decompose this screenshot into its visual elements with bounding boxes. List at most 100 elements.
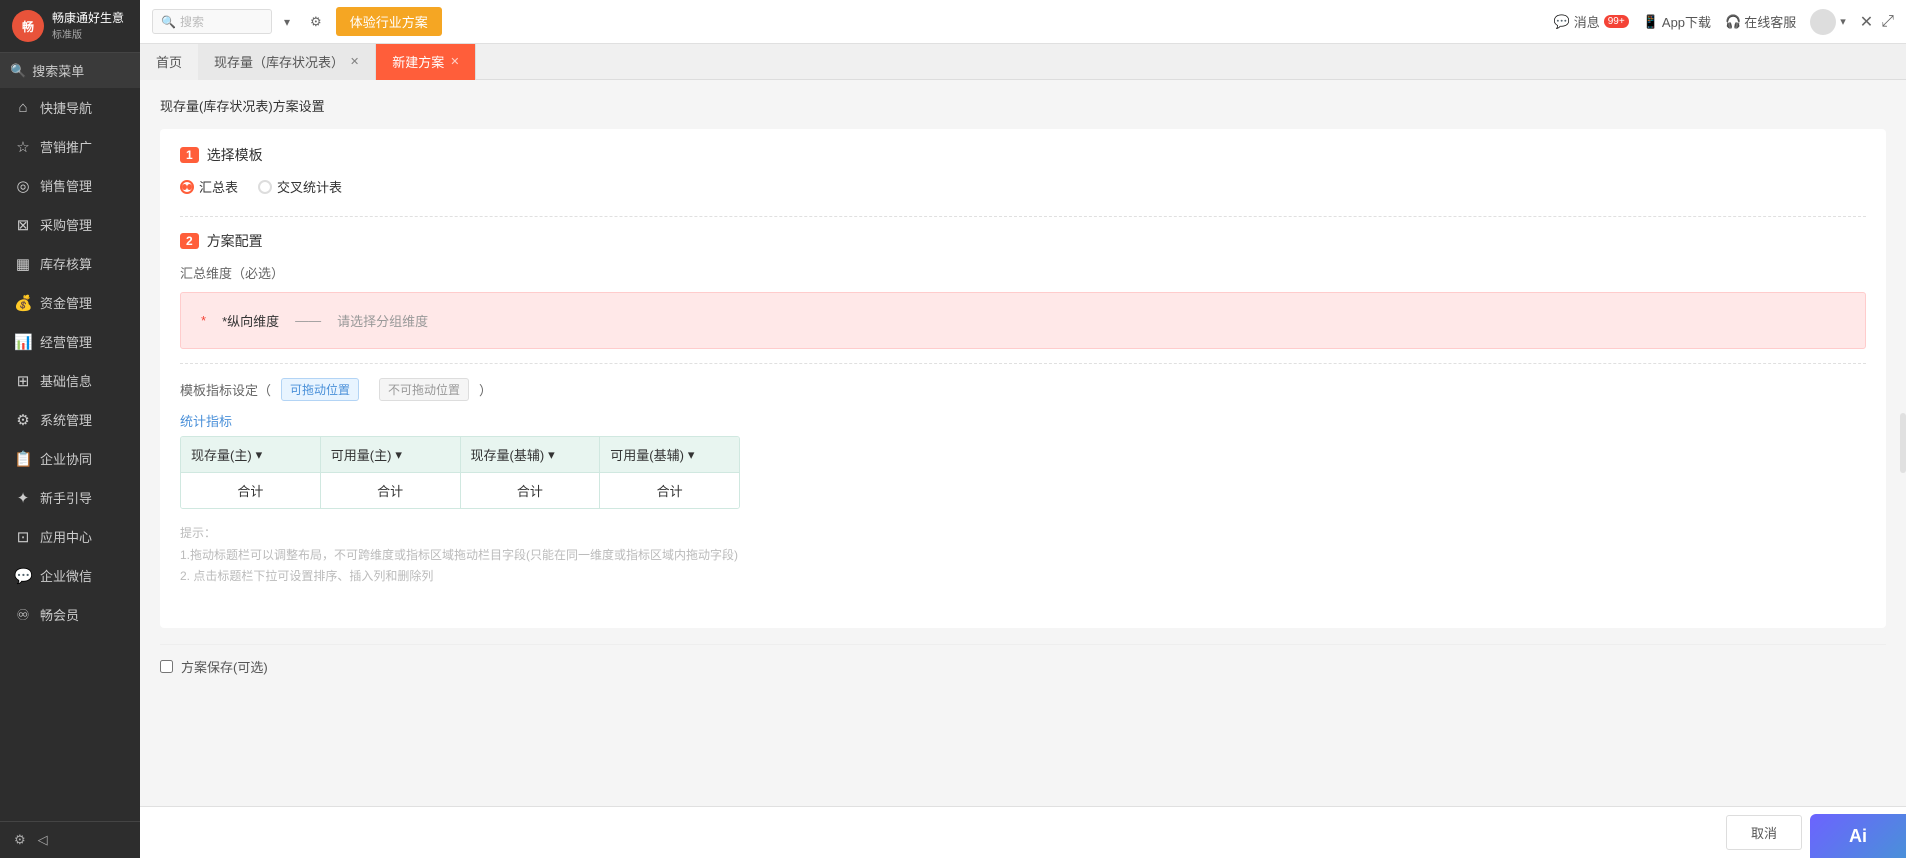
window-controls: ✕ ⤢ — [1860, 12, 1894, 32]
step1-label: 选择模板 — [207, 145, 263, 165]
vertical-dimension-row[interactable]: * *纵向维度 —— 请选择分组维度 — [180, 292, 1866, 349]
stats-data-row: 合计 合计 合计 合计 — [181, 472, 739, 508]
sidebar-item-system[interactable]: ⚙ 系统管理 — [0, 400, 140, 439]
marketing-icon: ☆ — [14, 138, 32, 156]
finance-icon: 💰 — [14, 294, 32, 312]
sidebar-item-marketing[interactable]: ☆ 营销推广 — [0, 127, 140, 166]
app-download-button[interactable]: 📱 App下载 — [1643, 12, 1711, 31]
step2-label: 方案配置 — [207, 231, 263, 251]
logo-icon: 畅 — [12, 10, 44, 42]
topbar-search-text: 搜索 — [180, 13, 204, 30]
main-area: 🔍 搜索 ▾ ⚙ 体验行业方案 💬 消息 99+ 📱 App下载 🎧 在线客服 — [140, 0, 1906, 858]
collapse-icon[interactable]: ◁ — [38, 832, 48, 848]
ai-button[interactable]: Ai — [1810, 814, 1906, 858]
user-menu[interactable]: ▾ — [1810, 9, 1846, 35]
stats-col-2[interactable]: 现存量(基辅) ▾ — [461, 437, 601, 472]
guide-icon: ✦ — [14, 489, 32, 507]
tab-inventory-close[interactable]: ✕ — [350, 55, 359, 68]
scroll-handle[interactable] — [1900, 413, 1906, 473]
phone-icon: 📱 — [1643, 14, 1659, 30]
stats-col-1[interactable]: 可用量(主) ▾ — [321, 437, 461, 472]
radio-cross-circle — [258, 180, 272, 194]
chevron-down-icon: ▾ — [1840, 15, 1846, 28]
mgmt-icon: 📊 — [14, 333, 32, 351]
stats-col-0[interactable]: 现存量(主) ▾ — [181, 437, 321, 472]
main-panel: 1 选择模板 汇总表 交叉统计表 — [160, 129, 1886, 628]
sales-icon: ◎ — [14, 177, 32, 195]
sidebar-item-basic-info[interactable]: ⊞ 基础信息 — [0, 361, 140, 400]
save-checkbox-row: 方案保存(可选) — [160, 644, 1886, 688]
radio-summary[interactable]: 汇总表 — [180, 177, 238, 196]
stats-header-row: 现存量(主) ▾ 可用量(主) ▾ 现存量(基辅) ▾ — [181, 437, 739, 472]
expand-button[interactable]: ⤢ — [1881, 13, 1894, 31]
settings-icon[interactable]: ⚙ — [14, 832, 26, 848]
system-icon: ⚙ — [14, 411, 32, 429]
stats-data-3: 合计 — [600, 473, 739, 508]
tab-new-plan[interactable]: 新建方案 ✕ — [376, 44, 476, 80]
non-draggable-tag: 不可拖动位置 — [379, 378, 469, 401]
topbar-dropdown[interactable]: ▾ — [278, 12, 296, 32]
logo-text: 畅康通好生意 标准版 — [52, 11, 124, 42]
sidebar-item-purchase[interactable]: ⊠ 采购管理 — [0, 205, 140, 244]
basic-icon: ⊞ — [14, 372, 32, 390]
home-icon: ⌂ — [14, 99, 32, 116]
statistics-table: 现存量(主) ▾ 可用量(主) ▾ 现存量(基辅) ▾ — [180, 436, 740, 509]
metrics-label-text: 模板指标设定（ — [180, 380, 271, 399]
sidebar-item-quicknav[interactable]: ⌂ 快捷导航 — [0, 88, 140, 127]
wechat-icon: 💬 — [14, 567, 32, 585]
dropdown-icon-3: ▾ — [688, 447, 695, 463]
avatar — [1810, 9, 1836, 35]
online-service-button[interactable]: 🎧 在线客服 — [1725, 12, 1796, 31]
radio-cross[interactable]: 交叉统计表 — [258, 177, 342, 196]
inventory-icon: ▦ — [14, 255, 32, 273]
topbar-right: 💬 消息 99+ 📱 App下载 🎧 在线客服 ▾ ✕ ⤢ — [1554, 9, 1894, 35]
tab-new-plan-close[interactable]: ✕ — [450, 55, 459, 68]
vertical-dim-label: *纵向维度 — [222, 311, 279, 330]
trial-button[interactable]: 体验行业方案 — [336, 7, 442, 36]
breadcrumb: 现存量(库存状况表)方案设置 — [160, 96, 1886, 115]
sidebar-nav: ⌂ 快捷导航 ☆ 营销推广 ◎ 销售管理 ⊠ 采购管理 ▦ 库存核算 💰 资金管… — [0, 88, 140, 821]
chevron-down-icon: ▾ — [284, 15, 290, 29]
tabbar: 首页 现存量（库存状况表） ✕ 新建方案 ✕ — [140, 44, 1906, 80]
stats-data-1: 合计 — [321, 473, 461, 508]
statistics-section: 统计指标 现存量(主) ▾ 可用量(主) ▾ — [180, 411, 1866, 509]
purchase-icon: ⊠ — [14, 216, 32, 234]
dimension-required-label: 汇总维度（必选） — [180, 263, 1866, 282]
sidebar-item-finance[interactable]: 💰 资金管理 — [0, 283, 140, 322]
stats-col-3[interactable]: 可用量(基辅) ▾ — [600, 437, 739, 472]
step2-badge: 2 — [180, 233, 199, 249]
appcenter-icon: ⊡ — [14, 528, 32, 546]
sidebar-item-member[interactable]: ♾ 畅会员 — [0, 595, 140, 634]
dash: —— — [295, 313, 321, 328]
step2-title: 2 方案配置 — [180, 231, 1866, 251]
sidebar-item-inventory[interactable]: ▦ 库存核算 — [0, 244, 140, 283]
save-checkbox[interactable] — [160, 660, 173, 673]
topbar-search-box[interactable]: 🔍 搜索 — [152, 9, 272, 34]
sidebar-item-sales[interactable]: ◎ 销售管理 — [0, 166, 140, 205]
dropdown-icon-0: ▾ — [256, 447, 263, 463]
message-icon: 💬 — [1554, 14, 1570, 30]
sidebar-item-guide[interactable]: ✦ 新手引导 — [0, 478, 140, 517]
tab-home[interactable]: 首页 — [140, 44, 198, 80]
statistics-title: 统计指标 — [180, 411, 1866, 430]
sidebar-logo: 畅 畅康通好生意 标准版 — [0, 0, 140, 53]
sidebar-search[interactable]: 🔍 搜索菜单 — [0, 53, 140, 88]
template-radio-group: 汇总表 交叉统计表 — [180, 177, 1866, 196]
step1-badge: 1 — [180, 147, 199, 163]
required-star: * — [201, 313, 206, 328]
search-icon: 🔍 — [10, 63, 26, 79]
tab-inventory[interactable]: 现存量（库存状况表） ✕ — [198, 44, 376, 80]
close-button[interactable]: ✕ — [1860, 12, 1873, 32]
cancel-button[interactable]: 取消 — [1726, 815, 1802, 850]
messages-button[interactable]: 💬 消息 99+ — [1554, 12, 1629, 31]
bottom-bar: 取消 查询 — [140, 806, 1906, 858]
topbar-gear-button[interactable]: ⚙ — [302, 10, 330, 34]
save-checkbox-label[interactable]: 方案保存(可选) — [181, 657, 268, 676]
sidebar-item-wechat[interactable]: 💬 企业微信 — [0, 556, 140, 595]
sidebar-bottom: ⚙ ◁ — [0, 821, 140, 858]
sidebar-item-appcenter[interactable]: ⊡ 应用中心 — [0, 517, 140, 556]
sidebar-item-management[interactable]: 📊 经营管理 — [0, 322, 140, 361]
sidebar-item-collab[interactable]: 📋 企业协同 — [0, 439, 140, 478]
topbar: 🔍 搜索 ▾ ⚙ 体验行业方案 💬 消息 99+ 📱 App下载 🎧 在线客服 — [140, 0, 1906, 44]
metrics-label-row: 模板指标设定（ 可拖动位置 不可拖动位置 ） — [180, 378, 1866, 401]
